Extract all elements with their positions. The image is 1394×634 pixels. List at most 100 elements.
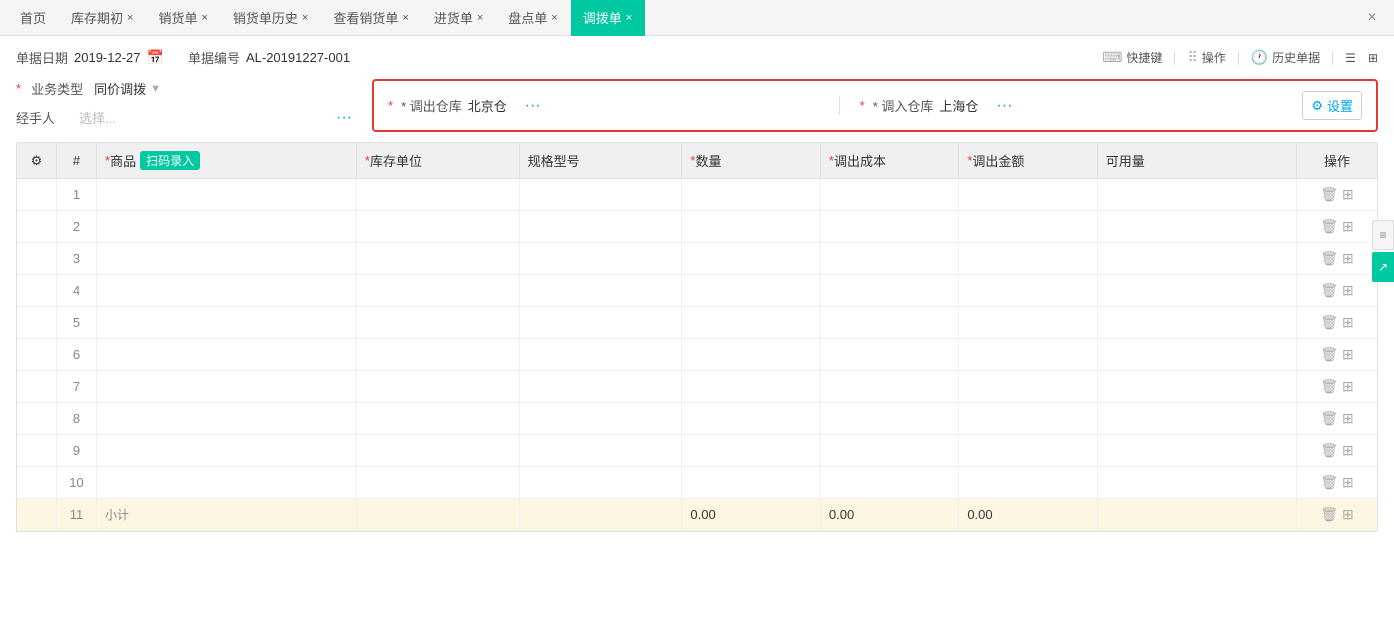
subtotal-delete-icon[interactable]: 🗑 bbox=[1320, 506, 1338, 523]
copy-icon-2[interactable]: ⊞ bbox=[1342, 218, 1354, 235]
out-warehouse-more[interactable]: ··· bbox=[521, 97, 545, 115]
delete-icon-6[interactable]: 🗑 bbox=[1320, 346, 1338, 363]
tab-close-purchase[interactable]: × bbox=[477, 12, 483, 24]
tab-close-sales[interactable]: × bbox=[201, 12, 207, 24]
tab-home[interactable]: 首页 bbox=[8, 0, 59, 36]
delete-icon-5[interactable]: 🗑 bbox=[1320, 314, 1338, 331]
copy-icon-1[interactable]: ⊞ bbox=[1342, 186, 1354, 203]
scan-button[interactable]: 扫码录入 bbox=[140, 151, 200, 170]
delete-icon-9[interactable]: 🗑 bbox=[1320, 442, 1338, 459]
row-spec-1[interactable] bbox=[520, 179, 683, 210]
row-spec-3[interactable] bbox=[520, 243, 683, 274]
row-qty-5[interactable] bbox=[682, 307, 820, 338]
row-amount-4[interactable] bbox=[959, 275, 1097, 306]
copy-icon-9[interactable]: ⊞ bbox=[1342, 442, 1354, 459]
row-unit-5[interactable] bbox=[357, 307, 520, 338]
row-amount-10[interactable] bbox=[959, 467, 1097, 498]
tab-close-inventory[interactable]: × bbox=[551, 12, 557, 24]
row-amount-2[interactable] bbox=[959, 211, 1097, 242]
row-product-9[interactable] bbox=[97, 435, 357, 466]
delete-icon-4[interactable]: 🗑 bbox=[1320, 282, 1338, 299]
row-cost-5[interactable] bbox=[821, 307, 959, 338]
row-amount-9[interactable] bbox=[959, 435, 1097, 466]
tab-purchase[interactable]: 进货单 × bbox=[422, 0, 496, 36]
delete-icon-8[interactable]: 🗑 bbox=[1320, 410, 1338, 427]
row-cost-8[interactable] bbox=[821, 403, 959, 434]
row-qty-2[interactable] bbox=[682, 211, 820, 242]
copy-icon-7[interactable]: ⊞ bbox=[1342, 378, 1354, 395]
row-product-6[interactable] bbox=[97, 339, 357, 370]
row-amount-1[interactable] bbox=[959, 179, 1097, 210]
tab-sales[interactable]: 销货单 × bbox=[146, 0, 220, 36]
history-doc-button[interactable]: 🕐 历史单据 bbox=[1251, 49, 1320, 66]
row-amount-8[interactable] bbox=[959, 403, 1097, 434]
side-list-button[interactable]: ≡ bbox=[1372, 220, 1394, 250]
row-cost-9[interactable] bbox=[821, 435, 959, 466]
row-amount-7[interactable] bbox=[959, 371, 1097, 402]
row-spec-10[interactable] bbox=[520, 467, 683, 498]
subtotal-copy-icon[interactable]: ⊞ bbox=[1342, 506, 1354, 523]
handler-placeholder[interactable]: 选择... bbox=[79, 108, 116, 127]
row-qty-7[interactable] bbox=[682, 371, 820, 402]
copy-icon-10[interactable]: ⊞ bbox=[1342, 474, 1354, 491]
header-settings[interactable]: ⚙ bbox=[17, 143, 57, 178]
row-product-3[interactable] bbox=[97, 243, 357, 274]
handler-more-dots[interactable]: ··· bbox=[332, 109, 356, 127]
row-cost-10[interactable] bbox=[821, 467, 959, 498]
copy-icon-8[interactable]: ⊞ bbox=[1342, 410, 1354, 427]
row-unit-9[interactable] bbox=[357, 435, 520, 466]
tab-inventory[interactable]: 盘点单 × bbox=[496, 0, 570, 36]
row-spec-5[interactable] bbox=[520, 307, 683, 338]
row-unit-2[interactable] bbox=[357, 211, 520, 242]
row-spec-9[interactable] bbox=[520, 435, 683, 466]
row-unit-8[interactable] bbox=[357, 403, 520, 434]
row-product-8[interactable] bbox=[97, 403, 357, 434]
row-amount-5[interactable] bbox=[959, 307, 1097, 338]
row-amount-3[interactable] bbox=[959, 243, 1097, 274]
row-qty-9[interactable] bbox=[682, 435, 820, 466]
row-unit-4[interactable] bbox=[357, 275, 520, 306]
tab-close-transfer[interactable]: × bbox=[626, 12, 632, 24]
copy-icon-5[interactable]: ⊞ bbox=[1342, 314, 1354, 331]
row-cost-1[interactable] bbox=[821, 179, 959, 210]
delete-icon-1[interactable]: 🗑 bbox=[1320, 186, 1338, 203]
row-unit-6[interactable] bbox=[357, 339, 520, 370]
settings-button[interactable]: ⚙ 设置 bbox=[1302, 91, 1362, 120]
copy-icon-4[interactable]: ⊞ bbox=[1342, 282, 1354, 299]
in-warehouse-more[interactable]: ··· bbox=[992, 97, 1016, 115]
row-amount-6[interactable] bbox=[959, 339, 1097, 370]
row-cost-3[interactable] bbox=[821, 243, 959, 274]
row-spec-2[interactable] bbox=[520, 211, 683, 242]
row-qty-4[interactable] bbox=[682, 275, 820, 306]
row-cost-4[interactable] bbox=[821, 275, 959, 306]
delete-icon-2[interactable]: 🗑 bbox=[1320, 218, 1338, 235]
row-spec-7[interactable] bbox=[520, 371, 683, 402]
tab-close-inventory-init[interactable]: × bbox=[127, 12, 133, 24]
row-product-2[interactable] bbox=[97, 211, 357, 242]
row-unit-10[interactable] bbox=[357, 467, 520, 498]
tab-sales-history[interactable]: 销货单历史 × bbox=[221, 0, 321, 36]
row-spec-4[interactable] bbox=[520, 275, 683, 306]
delete-icon-10[interactable]: 🗑 bbox=[1320, 474, 1338, 491]
row-cost-6[interactable] bbox=[821, 339, 959, 370]
row-qty-3[interactable] bbox=[682, 243, 820, 274]
copy-icon-3[interactable]: ⊞ bbox=[1342, 250, 1354, 267]
row-spec-6[interactable] bbox=[520, 339, 683, 370]
row-qty-1[interactable] bbox=[682, 179, 820, 210]
row-spec-8[interactable] bbox=[520, 403, 683, 434]
tab-close-sales-history[interactable]: × bbox=[302, 12, 308, 24]
row-cost-2[interactable] bbox=[821, 211, 959, 242]
delete-icon-7[interactable]: 🗑 bbox=[1320, 378, 1338, 395]
tab-close-view-sales[interactable]: × bbox=[402, 12, 408, 24]
row-product-4[interactable] bbox=[97, 275, 357, 306]
row-cost-7[interactable] bbox=[821, 371, 959, 402]
row-qty-10[interactable] bbox=[682, 467, 820, 498]
row-qty-8[interactable] bbox=[682, 403, 820, 434]
row-product-5[interactable] bbox=[97, 307, 357, 338]
row-unit-1[interactable] bbox=[357, 179, 520, 210]
row-unit-3[interactable] bbox=[357, 243, 520, 274]
row-product-1[interactable] bbox=[97, 179, 357, 210]
window-close-button[interactable]: × bbox=[1358, 4, 1386, 32]
tab-inventory-init[interactable]: 库存期初 × bbox=[59, 0, 146, 36]
row-product-7[interactable] bbox=[97, 371, 357, 402]
